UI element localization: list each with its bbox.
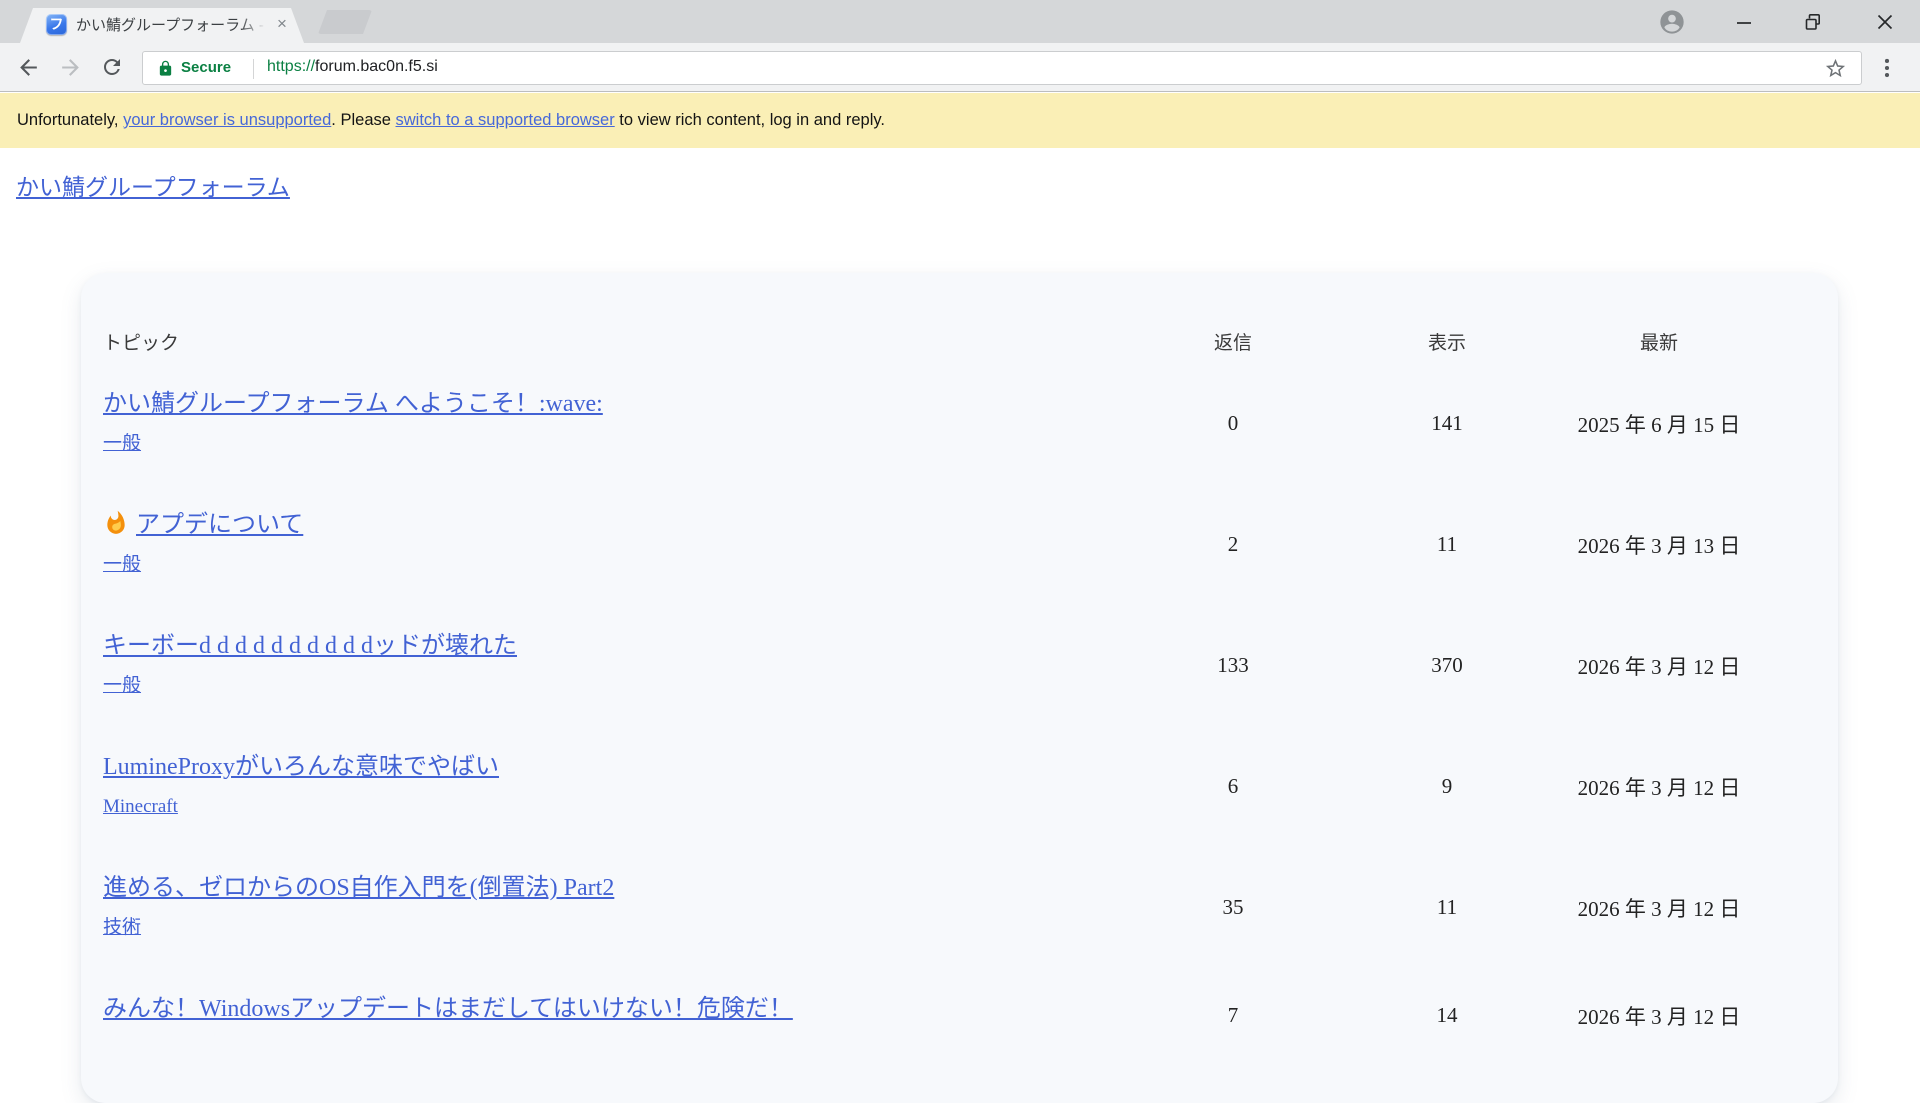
topic-category-link[interactable]: 一般: [103, 433, 141, 454]
topic-row: アプデについて 一般 2 11 2026 年 3 月 13 日: [103, 484, 1757, 605]
topic-row: 進める、ゼロからのOS自作入門を(倒置法) Part2 技術 35 11 202…: [103, 847, 1757, 968]
new-tab-button[interactable]: [318, 10, 372, 34]
url-host: forum.bac0n.f5.si: [315, 58, 438, 75]
three-dots-icon: [1884, 58, 1890, 78]
views-count: 14: [1436, 1003, 1458, 1027]
tab-title: かい鯖グループフォーラム - よ: [76, 16, 266, 36]
latest-date: 2026 年 3 月 13 日: [1577, 533, 1741, 558]
site-favicon-icon: フ: [46, 14, 67, 35]
bookmark-star-icon[interactable]: [1824, 57, 1847, 80]
minimize-button[interactable]: [1728, 0, 1760, 43]
banner-link-browser-unsupported[interactable]: your browser is unsupported: [123, 111, 331, 129]
tab-strip: フ かい鯖グループフォーラム - よ ×: [0, 0, 1920, 43]
topic-title-link[interactable]: 進める、ゼロからのOS自作入門を(倒置法) Part2: [103, 875, 614, 901]
tab-close-icon[interactable]: ×: [272, 14, 292, 34]
navigation-toolbar: Secure https://forum.bac0n.f5.si: [0, 43, 1920, 92]
minimize-icon: [1737, 21, 1751, 24]
omnibox-divider: [253, 59, 254, 79]
back-icon: [20, 59, 37, 76]
topic-title-link[interactable]: キーボーd d d d d d d d d dッドが壊れた: [103, 633, 517, 659]
replies-count: 35: [1222, 895, 1244, 919]
views-count: 9: [1441, 774, 1453, 798]
restore-icon: [1805, 13, 1820, 30]
banner-link-switch-browser[interactable]: switch to a supported browser: [396, 111, 615, 129]
topic-title-link[interactable]: かい鯖グループフォーラム へようこそ！:wave:: [103, 391, 603, 417]
topic-row: かい鯖グループフォーラム へようこそ！:wave: 一般 0 141 2025 …: [103, 363, 1757, 484]
unsupported-browser-banner: Unfortunately, your browser is unsupport…: [0, 93, 1920, 148]
table-header-row: トピック 返信 表示 最新: [103, 273, 1757, 363]
banner-prefix: Unfortunately,: [17, 111, 124, 129]
window-close-icon: [1877, 14, 1893, 29]
banner-text: Unfortunately, your browser is unsupport…: [17, 111, 885, 130]
topic-category-link[interactable]: Minecraft: [103, 796, 178, 817]
window-close-button[interactable]: [1868, 0, 1902, 43]
latest-date: 2026 年 3 月 12 日: [1577, 775, 1741, 800]
forward-icon: [62, 59, 79, 76]
url-scheme: https://: [267, 58, 316, 75]
column-header-replies: 返信: [1213, 333, 1252, 354]
replies-count: 7: [1227, 1003, 1239, 1027]
topics-card: トピック 返信 表示 最新 かい鯖グループフォーラム へようこそ！:wave: …: [81, 273, 1838, 1103]
fire-emoji-icon: [107, 510, 125, 534]
profile-icon: [1660, 9, 1684, 34]
column-header-topic: トピック: [103, 333, 180, 354]
topic-row: LumineProxyがいろんな意味でやばい Minecraft 6 9 202…: [103, 726, 1757, 847]
secure-lock-icon: [159, 60, 172, 76]
latest-date: 2026 年 3 月 12 日: [1577, 896, 1741, 921]
views-count: 141: [1431, 411, 1463, 435]
topic-category-link[interactable]: 一般: [103, 675, 141, 696]
topic-title-link[interactable]: LumineProxyがいろんな意味でやばい: [103, 754, 499, 780]
topic-title-text: アプデについて: [136, 512, 304, 538]
back-button[interactable]: [16, 55, 42, 81]
topic-category-link[interactable]: 技術: [103, 917, 141, 938]
topic-title-link[interactable]: アプデについて: [103, 510, 304, 538]
reload-icon: [104, 59, 120, 75]
address-bar[interactable]: Secure https://forum.bac0n.f5.si: [142, 51, 1862, 85]
banner-middle: . Please: [331, 111, 396, 129]
replies-count: 6: [1227, 774, 1239, 798]
views-count: 11: [1436, 895, 1458, 919]
column-header-latest: 最新: [1639, 333, 1678, 354]
topic-row: みんな！Windowsアップデートはまだしてはいけない！危険だ！ 7 14 20…: [103, 968, 1757, 1063]
security-label: Secure: [181, 59, 232, 76]
restore-button[interactable]: [1797, 0, 1829, 43]
forward-button[interactable]: [58, 55, 84, 81]
forum-home-link[interactable]: かい鯖グループフォーラム: [16, 168, 290, 202]
latest-date: 2026 年 3 月 12 日: [1577, 654, 1741, 679]
reload-button[interactable]: [100, 55, 126, 81]
profile-button[interactable]: [1655, 0, 1689, 43]
banner-suffix: to view rich content, log in and reply.: [614, 111, 885, 129]
views-count: 370: [1431, 653, 1463, 677]
replies-count: 2: [1227, 532, 1239, 556]
replies-count: 0: [1227, 411, 1239, 435]
column-header-views: 表示: [1427, 333, 1466, 354]
topics-table: トピック 返信 表示 最新 かい鯖グループフォーラム へようこそ！:wave: …: [103, 273, 1757, 1063]
latest-date: 2026 年 3 月 12 日: [1577, 1004, 1741, 1029]
latest-date: 2025 年 6 月 15 日: [1577, 412, 1741, 437]
url-text: https://forum.bac0n.f5.si: [267, 58, 438, 76]
replies-count: 133: [1217, 653, 1249, 677]
views-count: 11: [1436, 532, 1458, 556]
browser-menu-button[interactable]: [1874, 55, 1900, 81]
topic-title-link[interactable]: みんな！Windowsアップデートはまだしてはいけない！危険だ！: [103, 996, 793, 1022]
topic-category-link[interactable]: 一般: [103, 554, 141, 575]
topic-row: キーボーd d d d d d d d d dッドが壊れた 一般 133 370…: [103, 605, 1757, 726]
